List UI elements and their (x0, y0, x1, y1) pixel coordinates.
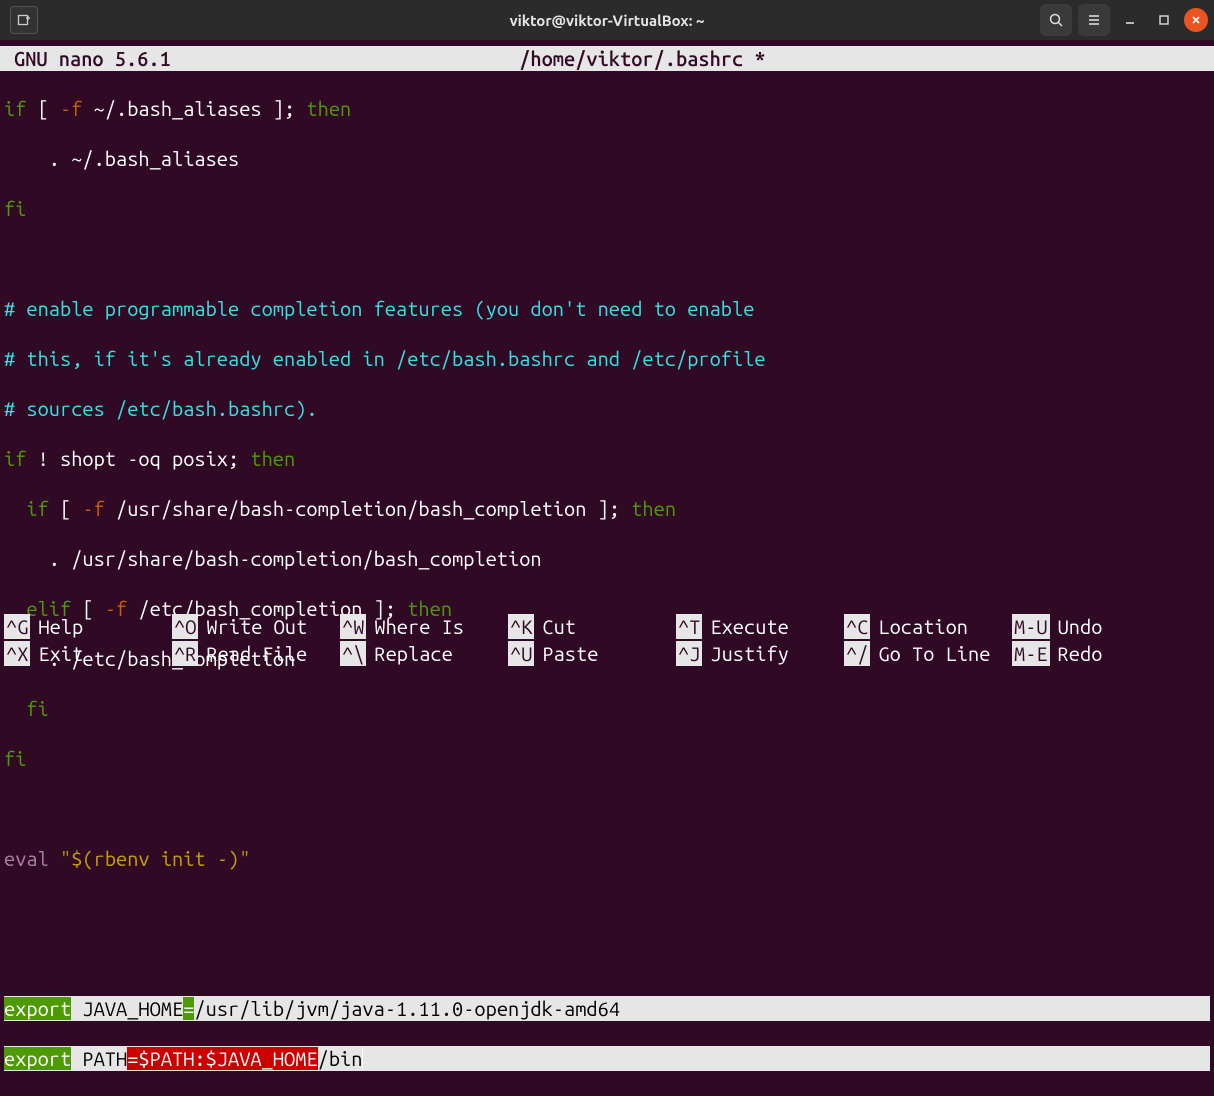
code-line: fi (4, 696, 1210, 721)
shortcut-execute[interactable]: ^TExecute (676, 614, 844, 639)
shortcut-whereis[interactable]: ^WWhere Is (340, 614, 508, 639)
minimize-button[interactable] (1116, 6, 1144, 34)
shortcut-paste[interactable]: ^UPaste (508, 641, 676, 666)
code-line: . ~/.bash_aliases (4, 146, 1210, 171)
shortcut-justify[interactable]: ^JJustify (676, 641, 844, 666)
shortcut-writeout[interactable]: ^OWrite Out (172, 614, 340, 639)
shortcut-redo[interactable]: M-ERedo (1012, 641, 1180, 666)
code-line (4, 246, 1210, 271)
new-tab-button[interactable] (10, 6, 38, 34)
text-cursor (362, 1047, 363, 1069)
shortcut-replace[interactable]: ^\Replace (340, 641, 508, 666)
shortcut-gotoline[interactable]: ^/Go To Line (844, 641, 1012, 666)
editor-area[interactable]: if [ -f ~/.bash_aliases ]; then . ~/.bas… (0, 71, 1214, 1096)
nano-filepath: /home/viktor/.bashrc * (519, 46, 765, 71)
code-line (4, 796, 1210, 821)
code-line: # enable programmable completion feature… (4, 296, 1210, 321)
shortcut-location[interactable]: ^CLocation (844, 614, 1012, 639)
code-line: fi (4, 196, 1210, 221)
code-line: # this, if it's already enabled in /etc/… (4, 346, 1210, 371)
close-button[interactable] (1184, 8, 1208, 32)
nano-version: GNU nano 5.6.1 (14, 46, 171, 71)
shortcut-undo[interactable]: M-UUndo (1012, 614, 1180, 639)
shortcut-readfile[interactable]: ^RRead File (172, 641, 340, 666)
code-line: # sources /etc/bash.bashrc). (4, 396, 1210, 421)
shortcut-row: ^GHelp ^OWrite Out ^WWhere Is ^KCut ^TEx… (4, 613, 1210, 640)
code-line-highlight: export PATH=$PATH:$JAVA_HOME/bin (4, 1046, 1210, 1071)
nano-shortcut-bar: ^GHelp ^OWrite Out ^WWhere Is ^KCut ^TEx… (0, 613, 1214, 671)
code-line (4, 946, 1210, 971)
code-line: if [ -f ~/.bash_aliases ]; then (4, 96, 1210, 121)
code-line-highlight: export JAVA_HOME=/usr/lib/jvm/java-1.11.… (4, 996, 1210, 1021)
shortcut-help[interactable]: ^GHelp (4, 614, 172, 639)
shortcut-cut[interactable]: ^KCut (508, 614, 676, 639)
code-line: if [ -f /usr/share/bash-completion/bash_… (4, 496, 1210, 521)
window-titlebar: viktor@viktor-VirtualBox: ~ (0, 0, 1214, 40)
shortcut-exit[interactable]: ^XExit (4, 641, 172, 666)
shortcut-row: ^XExit ^RRead File ^\Replace ^UPaste ^JJ… (4, 640, 1210, 667)
search-button[interactable] (1040, 4, 1072, 36)
code-line: if ! shopt -oq posix; then (4, 446, 1210, 471)
code-line: . /usr/share/bash-completion/bash_comple… (4, 546, 1210, 571)
nano-header: GNU nano 5.6.1 /home/viktor/.bashrc * (0, 46, 1214, 71)
maximize-button[interactable] (1150, 6, 1178, 34)
window-title: viktor@viktor-VirtualBox: ~ (510, 8, 705, 33)
code-line (4, 896, 1210, 921)
code-line: fi (4, 746, 1210, 771)
hamburger-menu-button[interactable] (1078, 4, 1110, 36)
code-line: eval "$(rbenv init -)" (4, 846, 1210, 871)
